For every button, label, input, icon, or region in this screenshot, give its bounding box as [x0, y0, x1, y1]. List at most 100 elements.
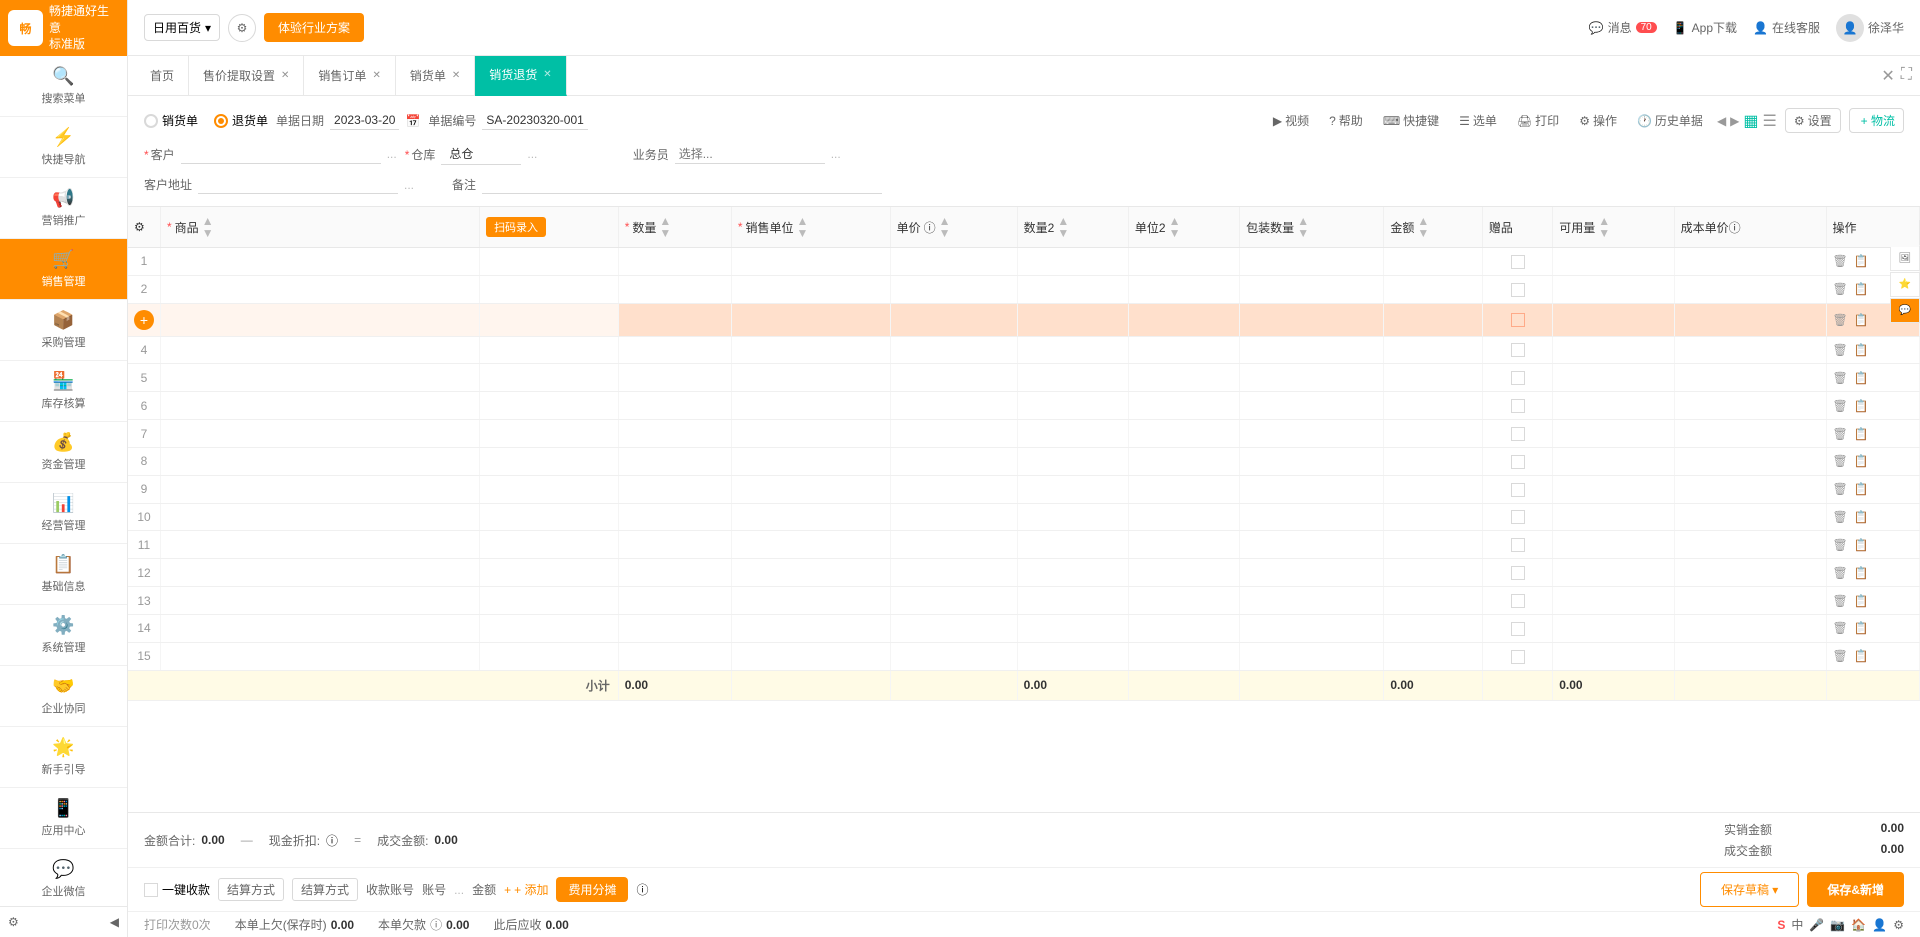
add-logistics-btn[interactable]: + 物流	[1849, 108, 1904, 133]
unit-price-cell[interactable]	[890, 336, 1017, 364]
pack-qty-cell[interactable]	[1240, 392, 1384, 420]
cost-price-cell[interactable]	[1674, 275, 1826, 303]
unit-price-cell[interactable]	[890, 559, 1017, 587]
copy-icon[interactable]: 📋	[1854, 427, 1869, 441]
amount-cell[interactable]	[1384, 275, 1483, 303]
unit-price-cell[interactable]	[890, 303, 1017, 336]
radio-return[interactable]: 退货单	[214, 112, 268, 129]
delete-icon[interactable]: 🗑	[1833, 538, 1848, 552]
qty2-cell[interactable]	[1017, 392, 1128, 420]
online-service-btn[interactable]: 👤 在线客服	[1753, 19, 1820, 36]
app-download-btn[interactable]: 📱 App下载	[1673, 19, 1737, 36]
unit2-cell[interactable]	[1128, 559, 1239, 587]
unit-price-cell[interactable]	[890, 364, 1017, 392]
gift-checkbox[interactable]	[1511, 283, 1525, 297]
available-cell[interactable]	[1553, 559, 1674, 587]
cost-price-cell[interactable]	[1674, 531, 1826, 559]
product-cell[interactable]	[161, 475, 480, 503]
cost-price-cell[interactable]	[1674, 559, 1826, 587]
delete-icon[interactable]: 🗑	[1833, 427, 1848, 441]
available-cell[interactable]	[1553, 248, 1674, 276]
qty2-cell[interactable]	[1017, 447, 1128, 475]
date-value[interactable]: 2023-03-20	[330, 111, 399, 130]
pack-qty-cell[interactable]	[1240, 587, 1384, 615]
gift-checkbox[interactable]	[1511, 510, 1525, 524]
payment-checkbox[interactable]	[144, 883, 158, 897]
available-cell[interactable]	[1553, 475, 1674, 503]
sidebar-item-quick-nav[interactable]: ⚡ 快捷导航	[0, 117, 127, 178]
copy-icon[interactable]: 📋	[1854, 254, 1869, 268]
delete-icon[interactable]: 🗑	[1833, 254, 1848, 268]
pack-qty-cell[interactable]	[1240, 447, 1384, 475]
salesperson-input[interactable]	[675, 145, 825, 164]
amount-cell[interactable]	[1384, 475, 1483, 503]
qty-cell[interactable]	[618, 420, 731, 448]
gift-checkbox[interactable]	[1511, 538, 1525, 552]
close-all-icon[interactable]: ✕	[1881, 66, 1894, 86]
available-cell[interactable]	[1553, 614, 1674, 642]
cost-price-cell[interactable]	[1674, 392, 1826, 420]
available-cell[interactable]	[1553, 420, 1674, 448]
available-cell[interactable]	[1553, 392, 1674, 420]
available-cell[interactable]	[1553, 642, 1674, 670]
cost-price-cell[interactable]	[1674, 364, 1826, 392]
amount-cell[interactable]	[1384, 364, 1483, 392]
close-icon[interactable]: ✕	[543, 69, 551, 80]
sidebar-item-cooperation[interactable]: 🤝 企业协同	[0, 666, 127, 727]
float-chat-btn[interactable]: 💬	[1890, 298, 1920, 323]
cost-price-cell[interactable]	[1674, 336, 1826, 364]
gift-checkbox[interactable]	[1511, 455, 1525, 469]
tab-sales-return[interactable]: 销货退货 ✕	[475, 56, 566, 96]
product-cell[interactable]	[161, 248, 480, 276]
qty2-cell[interactable]	[1017, 475, 1128, 503]
amount-cell[interactable]	[1384, 248, 1483, 276]
copy-icon[interactable]: 📋	[1854, 371, 1869, 385]
delete-icon[interactable]: 🗑	[1833, 343, 1848, 357]
pack-qty-cell[interactable]	[1240, 248, 1384, 276]
delete-icon[interactable]: 🗑	[1833, 399, 1848, 413]
sidebar-item-app-center[interactable]: 📱 应用中心	[0, 788, 127, 849]
qty-cell[interactable]	[618, 392, 731, 420]
gift-checkbox[interactable]	[1511, 622, 1525, 636]
unit-price-cell[interactable]	[890, 447, 1017, 475]
amount-cell[interactable]	[1384, 614, 1483, 642]
delete-icon[interactable]: 🗑	[1833, 282, 1848, 296]
unit-price-cell[interactable]	[890, 531, 1017, 559]
sale-unit-cell[interactable]	[731, 392, 890, 420]
copy-icon[interactable]: 📋	[1854, 621, 1869, 635]
sale-unit-cell[interactable]	[731, 420, 890, 448]
qty-cell[interactable]	[618, 303, 731, 336]
available-cell[interactable]	[1553, 303, 1674, 336]
unit2-cell[interactable]	[1128, 531, 1239, 559]
delete-icon[interactable]: 🗑	[1833, 482, 1848, 496]
unit2-cell[interactable]	[1128, 303, 1239, 336]
topbar-settings-btn[interactable]: ⚙	[228, 14, 256, 42]
unit2-cell[interactable]	[1128, 248, 1239, 276]
sale-unit-cell[interactable]	[731, 614, 890, 642]
experience-btn[interactable]: 体验行业方案	[264, 13, 364, 42]
close-icon[interactable]: ✕	[452, 70, 460, 81]
qty2-cell[interactable]	[1017, 642, 1128, 670]
pack-qty-cell[interactable]	[1240, 336, 1384, 364]
available-cell[interactable]	[1553, 503, 1674, 531]
qty-cell[interactable]	[618, 559, 731, 587]
cost-price-cell[interactable]	[1674, 475, 1826, 503]
unit-price-cell[interactable]	[890, 275, 1017, 303]
pack-qty-cell[interactable]	[1240, 275, 1384, 303]
delete-icon[interactable]: 🗑	[1833, 454, 1848, 468]
float-star-btn[interactable]: ⭐	[1890, 272, 1920, 297]
product-cell[interactable]	[161, 275, 480, 303]
copy-icon[interactable]: 📋	[1854, 343, 1869, 357]
sale-unit-cell[interactable]	[731, 531, 890, 559]
qty2-cell[interactable]	[1017, 336, 1128, 364]
next-icon[interactable]: ▶	[1730, 114, 1739, 128]
sale-unit-cell[interactable]	[731, 447, 890, 475]
cost-price-cell[interactable]	[1674, 503, 1826, 531]
qty2-cell[interactable]	[1017, 531, 1128, 559]
qty2-cell[interactable]	[1017, 275, 1128, 303]
note-input[interactable]	[482, 175, 882, 194]
qty-cell[interactable]	[618, 503, 731, 531]
save-new-btn[interactable]: 保存&新增	[1807, 872, 1904, 907]
scan-btn[interactable]: 扫码录入	[486, 217, 546, 237]
available-cell[interactable]	[1553, 336, 1674, 364]
